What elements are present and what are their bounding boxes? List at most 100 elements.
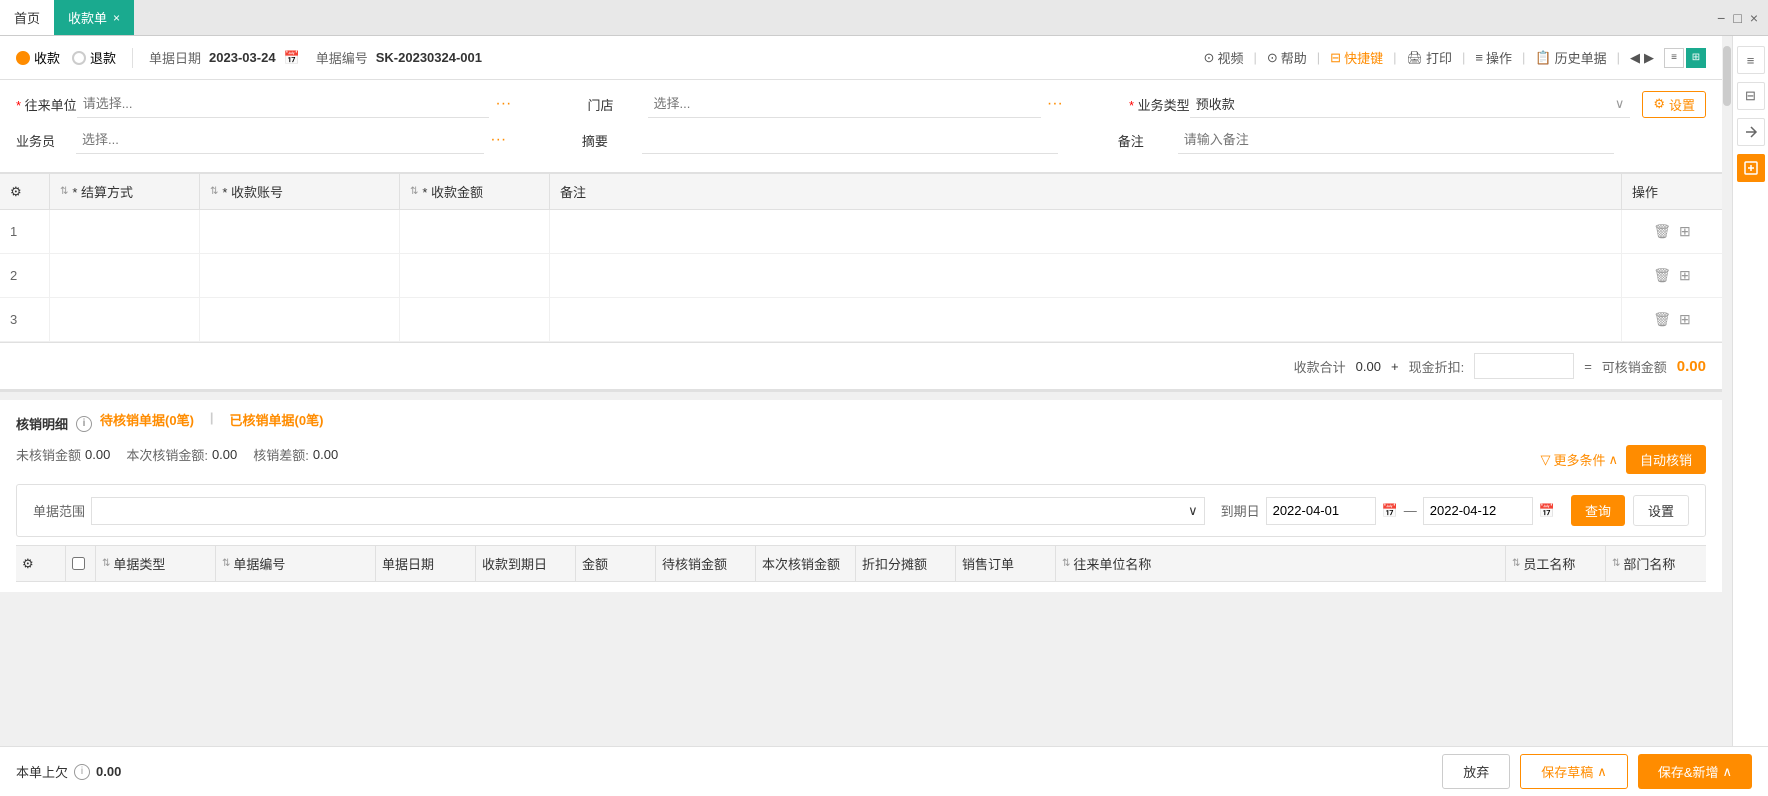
info-circle-icon[interactable]: i [74, 764, 90, 780]
panel-icon-2[interactable]: ⊟ [1737, 82, 1765, 110]
radio-receipt[interactable]: 收款 [16, 48, 60, 67]
verify-stats: 未核销金额 0.00 本次核销金额: 0.00 核销差额: 0.00 [16, 445, 338, 464]
shop-more-icon[interactable]: ··· [1041, 95, 1069, 113]
tab-receipt-close[interactable]: × [113, 11, 120, 25]
note-input[interactable] [1178, 126, 1614, 154]
help-button[interactable]: ⊙ 帮助 [1267, 48, 1307, 67]
row-3-account[interactable] [200, 298, 400, 341]
counterpart-more-icon[interactable]: ··· [489, 95, 517, 113]
prev-arrow[interactable]: ◀ [1630, 50, 1640, 66]
form-settings-button[interactable]: ⚙ 设置 [1642, 91, 1706, 118]
th-settlement: ⇅ * 结算方式 [50, 174, 200, 209]
business-type-select[interactable]: 预收款 ∨ [1190, 90, 1631, 118]
bottom-table-header: ⚙ ⇅ 单据类型 ⇅ 单据编号 单据日期 收款到期日 [16, 545, 1706, 582]
done-tab[interactable]: 已核销单据(0笔) [230, 410, 324, 429]
th-settings[interactable]: ⚙ [0, 174, 50, 209]
operation-label: 操作 [1486, 48, 1512, 67]
video-button[interactable]: ⊙ 视频 [1204, 48, 1244, 67]
settings-label: 设置 [1669, 95, 1695, 114]
form-row-1: 往来单位 ··· 门店 ··· 业务类型 预收款 ∨ ⚙ [16, 90, 1706, 118]
bth-check[interactable] [66, 546, 96, 581]
panel-icon-3[interactable] [1737, 118, 1765, 146]
row-1-delete-icon[interactable]: 🗑 [1653, 223, 1671, 240]
minimize-button[interactable]: − [1717, 10, 1725, 26]
calendar-to-icon[interactable]: 📅 [1539, 503, 1555, 519]
range-chevron-icon: ∨ [1188, 503, 1198, 519]
verify-amount-label: 可核销金额 [1602, 357, 1667, 376]
note-label: 备注 [1118, 131, 1178, 150]
bth-pending: 待核销金额 [656, 546, 756, 581]
row-1-amount[interactable] [400, 210, 550, 253]
row-1-copy-icon[interactable]: ⊞ [1679, 223, 1691, 240]
radio-refund[interactable]: 退款 [72, 48, 116, 67]
row-3-amount[interactable] [400, 298, 550, 341]
save-new-button[interactable]: 保存&新增 ∧ [1638, 754, 1752, 789]
filter-settings-button[interactable]: 设置 [1633, 495, 1689, 526]
toolbar-right: ⊙ 视频 | ⊙ 帮助 | ⊟ 快捷键 | 🖨 打印 | ≡ 操作 [1204, 48, 1706, 68]
shop-input[interactable] [648, 90, 1041, 118]
row-2-delete-icon[interactable]: 🗑 [1653, 267, 1671, 284]
pending-tab[interactable]: 待核销单据(0笔) [100, 410, 194, 429]
shop-label: 门店 [588, 95, 648, 114]
range-select[interactable]: ∨ [91, 497, 1205, 525]
print-button[interactable]: 🖨 打印 [1406, 48, 1452, 67]
select-all-checkbox[interactable] [72, 557, 85, 570]
panel-icon-1[interactable]: ≡ [1737, 46, 1765, 74]
bth-settings[interactable]: ⚙ [16, 546, 66, 581]
verify-info-icon[interactable]: i [76, 416, 92, 432]
row-3-delete-icon[interactable]: 🗑 [1653, 311, 1671, 328]
row-2-amount[interactable] [400, 254, 550, 297]
list-view-icon[interactable]: ≡ [1664, 48, 1684, 68]
row-2-settlement[interactable] [50, 254, 200, 297]
bth-type: ⇅ 单据类型 [96, 546, 216, 581]
salesman-more-icon[interactable]: ··· [484, 131, 512, 149]
scrollbar[interactable] [1722, 36, 1732, 746]
discard-button[interactable]: 放弃 [1442, 754, 1510, 789]
salesman-input[interactable] [76, 126, 484, 154]
date-to-input[interactable] [1423, 497, 1533, 525]
date-from-input[interactable] [1266, 497, 1376, 525]
panel-icon-4[interactable] [1737, 154, 1765, 182]
row-1-account[interactable] [200, 210, 400, 253]
grid-view-icon[interactable]: ⊞ [1686, 48, 1706, 68]
row-2-copy-icon[interactable]: ⊞ [1679, 267, 1691, 284]
counterpart-input[interactable] [77, 90, 490, 118]
row-3-copy-icon[interactable]: ⊞ [1679, 311, 1691, 328]
maximize-button[interactable]: □ [1733, 10, 1741, 26]
row-1-note[interactable] [550, 210, 1622, 253]
row-2-account[interactable] [200, 254, 400, 297]
scroll-thumb[interactable] [1723, 46, 1731, 106]
save-draft-button[interactable]: 保存草稿 ∧ [1520, 754, 1628, 789]
row-3-settlement[interactable] [50, 298, 200, 341]
col-employee-label: 员工名称 [1523, 554, 1575, 573]
calendar-icon[interactable]: 📅 [284, 50, 300, 66]
history-button[interactable]: 📋 历史单据 [1535, 48, 1606, 67]
row-1-settlement[interactable] [50, 210, 200, 253]
save-new-label: 保存&新增 [1658, 762, 1719, 781]
calendar-from-icon[interactable]: 📅 [1382, 503, 1398, 519]
discount-input[interactable] [1474, 353, 1574, 379]
row-2-note[interactable] [550, 254, 1622, 297]
more-conditions-button[interactable]: ▽ 更多条件 ∧ [1540, 450, 1618, 469]
col-settings-icon: ⚙ [10, 184, 22, 200]
tab-receipt[interactable]: 收款单 × [54, 0, 134, 35]
tab-home[interactable]: 首页 [0, 0, 54, 35]
col-date-label: 单据日期 [382, 554, 434, 573]
shortcut-button[interactable]: ⊟ 快捷键 [1330, 48, 1383, 67]
window-controls: − □ × [1717, 10, 1768, 26]
row-2-num: 2 [0, 254, 50, 297]
row-3-note[interactable] [550, 298, 1622, 341]
col-discount-label: 折扣分摊额 [862, 554, 927, 573]
summary-input[interactable] [642, 126, 1058, 154]
auto-verify-button[interactable]: 自动核销 [1626, 445, 1706, 474]
query-button[interactable]: 查询 [1571, 495, 1625, 526]
bottom-value: 0.00 [96, 764, 121, 779]
operation-button[interactable]: ≡ 操作 [1475, 48, 1512, 67]
unchecked-value: 0.00 [85, 447, 110, 462]
close-button[interactable]: × [1750, 10, 1758, 26]
business-type-label: 业务类型 [1129, 95, 1190, 114]
col-note-label: 备注 [560, 182, 586, 201]
next-arrow[interactable]: ▶ [1644, 50, 1654, 66]
bth-due: 收款到期日 [476, 546, 576, 581]
bth-discount: 折扣分摊额 [856, 546, 956, 581]
